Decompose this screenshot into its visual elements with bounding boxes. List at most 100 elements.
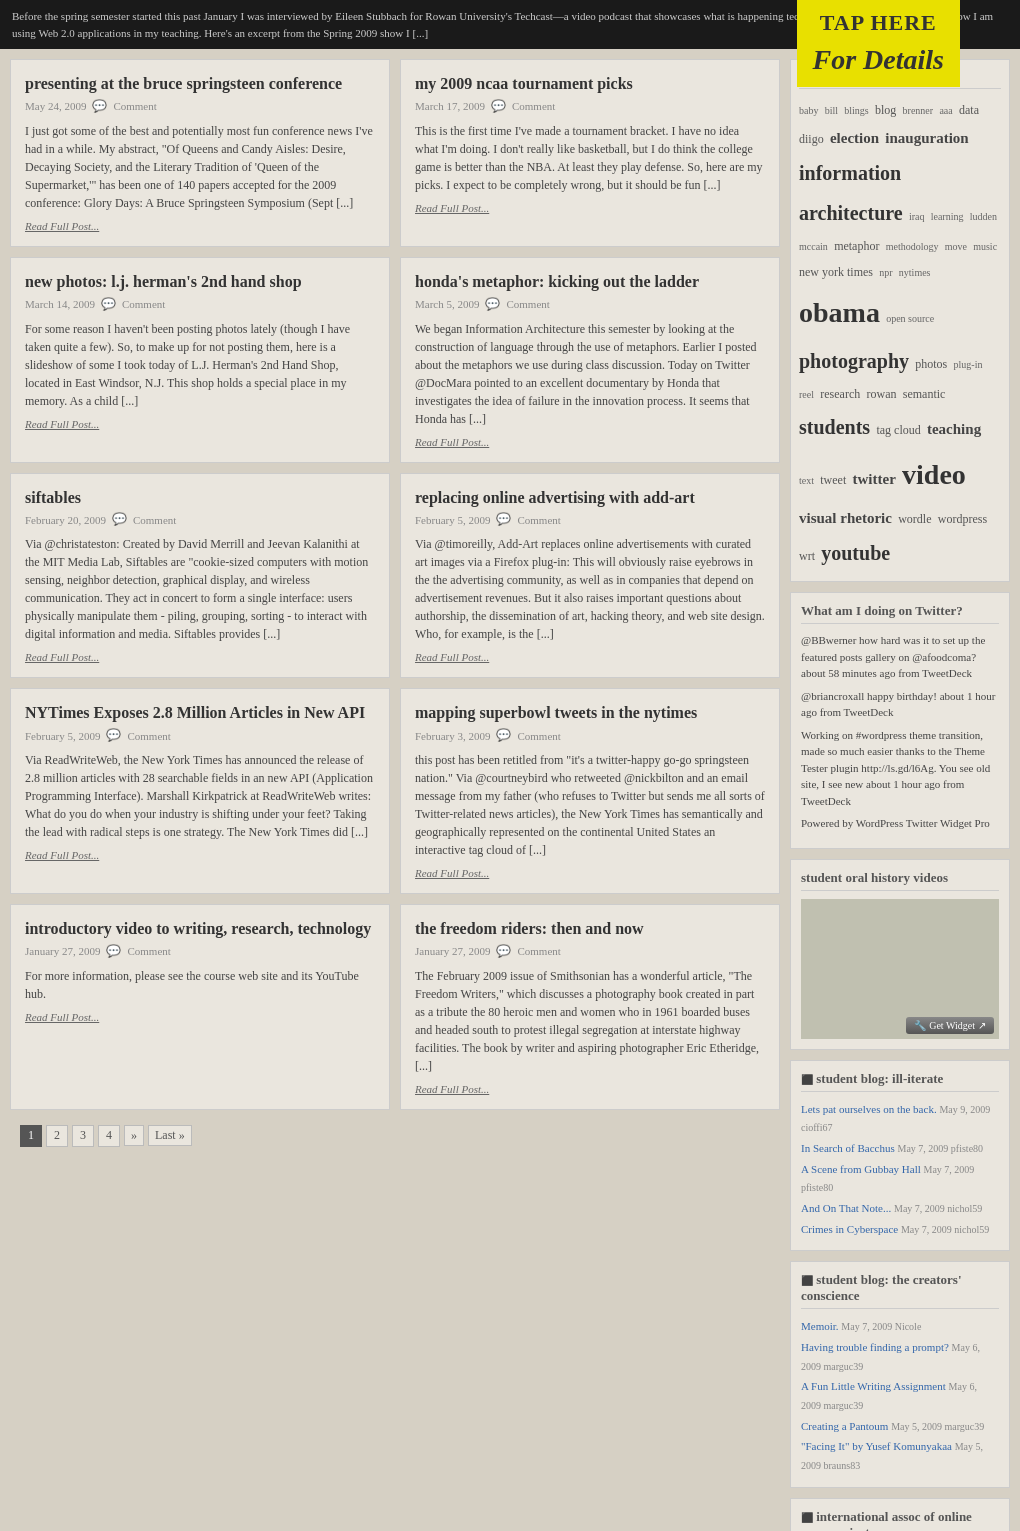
rss-item-link[interactable]: Lets pat ourselves on the back.	[801, 1103, 937, 1115]
post-title-3[interactable]: new photos: l.j. herman's 2nd hand shop	[25, 272, 375, 293]
comment-label-2[interactable]: Comment	[512, 100, 555, 112]
tag-video[interactable]: video	[902, 459, 966, 490]
rss-item: In Search of Bacchus May 7, 2009 pfiste8…	[801, 1139, 999, 1158]
tag-metaphor[interactable]: metaphor	[834, 239, 879, 253]
tag-students[interactable]: students	[799, 416, 870, 438]
rss-item-link[interactable]: Crimes in Cyberspace	[801, 1223, 898, 1235]
tag-baby[interactable]: baby	[799, 105, 818, 116]
tag-youtube[interactable]: youtube	[821, 542, 890, 564]
tag-wordpress[interactable]: wordpress	[938, 512, 987, 526]
tag-ludden[interactable]: ludden	[970, 211, 997, 222]
tag-brenner[interactable]: brenner	[903, 105, 934, 116]
rss-item-link[interactable]: "Facing It" by Yusef Komunyakaa	[801, 1440, 952, 1452]
tag-plug-in[interactable]: plug-in	[954, 359, 983, 370]
post-title-4[interactable]: honda's metaphor: kicking out the ladder	[415, 272, 765, 293]
tag-music[interactable]: music	[973, 241, 997, 252]
rss-item-link[interactable]: Creating a Pantoum	[801, 1420, 888, 1432]
read-more-3[interactable]: Read Full Post...	[25, 418, 375, 430]
post-title-9[interactable]: introductory video to writing, research,…	[25, 919, 375, 940]
tag-aaa[interactable]: aaa	[939, 105, 952, 116]
tag-open-source[interactable]: open source	[886, 313, 934, 324]
comment-label-4[interactable]: Comment	[506, 298, 549, 310]
tag-text[interactable]: text	[799, 475, 814, 486]
tag-research[interactable]: research	[820, 387, 860, 401]
tag-methodology[interactable]: methodology	[886, 241, 939, 252]
rss-item-link[interactable]: In Search of Bacchus	[801, 1142, 895, 1154]
tag-learning[interactable]: learning	[931, 211, 964, 222]
page-container: Before the spring semester started this …	[0, 0, 1020, 1531]
post-title-6[interactable]: replacing online advertising with add-ar…	[415, 488, 765, 509]
tag-teaching[interactable]: teaching	[927, 421, 981, 437]
comment-label-1[interactable]: Comment	[113, 100, 156, 112]
rss-item-date: May 7, 2009 nichol59	[901, 1224, 989, 1235]
tag-wrt[interactable]: wrt	[799, 549, 815, 563]
post-title-5[interactable]: siftables	[25, 488, 375, 509]
post-title-10[interactable]: the freedom riders: then and now	[415, 919, 765, 940]
rss-item-link[interactable]: Having trouble finding a prompt?	[801, 1341, 949, 1353]
read-more-7[interactable]: Read Full Post...	[25, 849, 375, 861]
tag-reel[interactable]: reel	[799, 389, 814, 400]
tag-rowan[interactable]: rowan	[866, 387, 896, 401]
tag-visual-rhetoric[interactable]: visual rhetoric	[799, 510, 892, 526]
rss-item-link[interactable]: A Scene from Gubbay Hall	[801, 1163, 921, 1175]
tag-blog[interactable]: blog	[875, 103, 896, 117]
tag-photography[interactable]: photography	[799, 350, 909, 372]
read-more-4[interactable]: Read Full Post...	[415, 436, 765, 448]
tag-semantic[interactable]: semantic	[903, 387, 946, 401]
tag-tag-cloud[interactable]: tag cloud	[876, 423, 920, 437]
post-title-1[interactable]: presenting at the bruce springsteen conf…	[25, 74, 375, 95]
read-more-2[interactable]: Read Full Post...	[415, 202, 765, 214]
comment-label-6[interactable]: Comment	[517, 514, 560, 526]
comment-label-5[interactable]: Comment	[133, 514, 176, 526]
page-number-4[interactable]: 4	[98, 1125, 120, 1147]
tag-obama[interactable]: obama	[799, 297, 880, 328]
comment-label-9[interactable]: Comment	[127, 945, 170, 957]
tag-data[interactable]: data	[959, 103, 979, 117]
tag-inauguration[interactable]: inauguration	[885, 130, 968, 146]
rss-item-link[interactable]: And On That Note...	[801, 1202, 891, 1214]
read-more-6[interactable]: Read Full Post...	[415, 651, 765, 663]
post-title-7[interactable]: NYTimes Exposes 2.8 Million Articles in …	[25, 703, 375, 724]
comment-label-8[interactable]: Comment	[517, 730, 560, 742]
rss-item-link[interactable]: Memoir.	[801, 1320, 839, 1332]
tag-new-york-times[interactable]: new york times	[799, 265, 873, 279]
rss-item: Crimes in Cyberspace May 7, 2009 nichol5…	[801, 1220, 999, 1239]
rss-item: Lets pat ourselves on the back. May 9, 2…	[801, 1100, 999, 1137]
page-number-2[interactable]: 2	[46, 1125, 68, 1147]
tag-npr[interactable]: npr	[879, 267, 892, 278]
tap-overlay[interactable]: TAP HERE For Details	[797, 0, 960, 87]
post-date-3: March 14, 2009	[25, 298, 95, 310]
tag-photos[interactable]: photos	[915, 357, 947, 371]
read-more-10[interactable]: Read Full Post...	[415, 1083, 765, 1095]
post-title-8[interactable]: mapping superbowl tweets in the nytimes	[415, 703, 765, 724]
tag-wordle[interactable]: wordle	[898, 512, 931, 526]
comment-label-7[interactable]: Comment	[127, 730, 170, 742]
tag-election[interactable]: election	[830, 130, 879, 146]
read-more-5[interactable]: Read Full Post...	[25, 651, 375, 663]
tag-bill[interactable]: bill	[825, 105, 838, 116]
tag-diigo[interactable]: diigo	[799, 132, 824, 146]
rss-feed-title: ⬛ international assoc of online communic…	[801, 1509, 999, 1531]
tag-mccain[interactable]: mccain	[799, 241, 828, 252]
tag-information-architecture[interactable]: information architecture	[799, 162, 903, 224]
pagination-next[interactable]: »	[124, 1125, 144, 1146]
rss-item-link[interactable]: A Fun Little Writing Assignment	[801, 1380, 946, 1392]
tag-blings[interactable]: blings	[844, 105, 868, 116]
read-more-1[interactable]: Read Full Post...	[25, 220, 375, 232]
tag-twitter[interactable]: twitter	[853, 471, 896, 487]
read-more-9[interactable]: Read Full Post...	[25, 1011, 375, 1023]
get-widget-button[interactable]: 🔧 Get Widget ↗	[906, 1017, 994, 1034]
rss-feed-title: ⬛ student blog: ill-iterate	[801, 1071, 999, 1092]
read-more-8[interactable]: Read Full Post...	[415, 867, 765, 879]
comment-label-3[interactable]: Comment	[122, 298, 165, 310]
tag-tweet[interactable]: tweet	[820, 473, 846, 487]
page-number-3[interactable]: 3	[72, 1125, 94, 1147]
comment-label-10[interactable]: Comment	[517, 945, 560, 957]
tag-nytimes[interactable]: nytimes	[899, 267, 931, 278]
tag-iraq[interactable]: iraq	[909, 211, 925, 222]
tag-move[interactable]: move	[945, 241, 967, 252]
pagination-last[interactable]: Last »	[148, 1125, 192, 1146]
page-number-1[interactable]: 1	[20, 1125, 42, 1147]
post-excerpt-2: This is the first time I've made a tourn…	[415, 122, 765, 194]
post-title-2[interactable]: my 2009 ncaa tournament picks	[415, 74, 765, 95]
